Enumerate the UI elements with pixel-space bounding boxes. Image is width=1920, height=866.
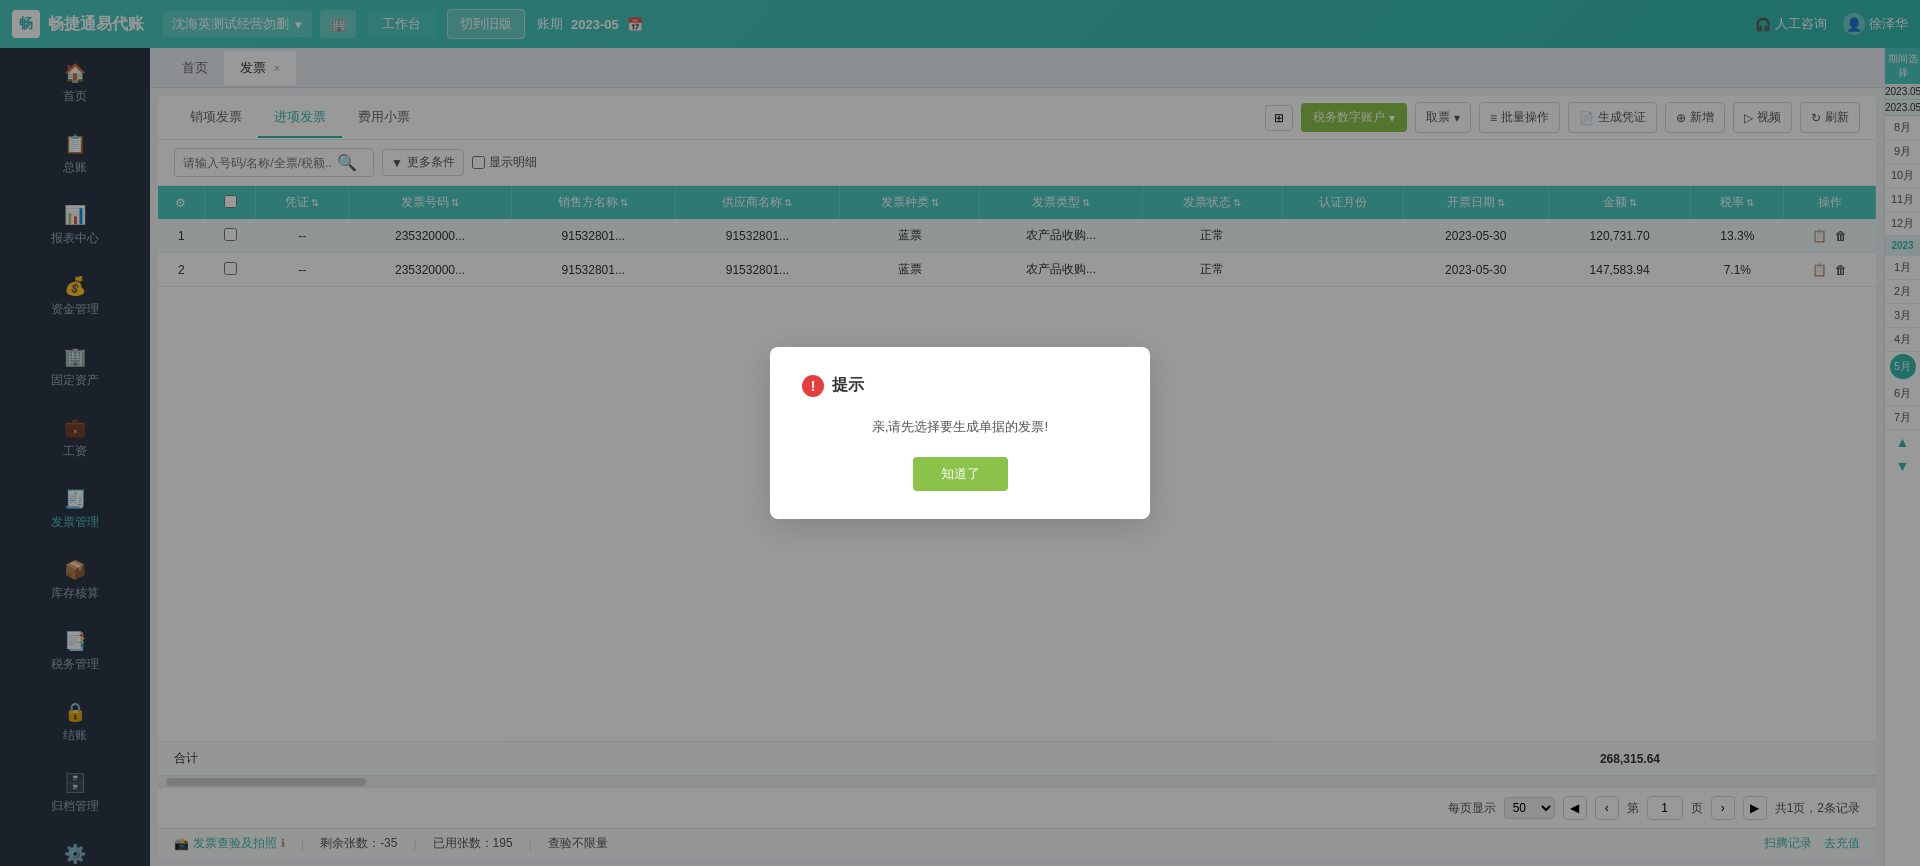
exclamation-icon: ! [811,378,816,394]
modal-confirm-button[interactable]: 知道了 [913,457,1008,491]
modal-title: 提示 [832,375,864,396]
modal-title-row: ! 提示 [802,375,864,397]
modal-message: 亲,请先选择要生成单据的发票! [872,417,1048,438]
modal-warning-icon: ! [802,375,824,397]
modal-box: ! 提示 亲,请先选择要生成单据的发票! 知道了 [770,347,1150,520]
modal-overlay: ! 提示 亲,请先选择要生成单据的发票! 知道了 [0,0,1920,866]
